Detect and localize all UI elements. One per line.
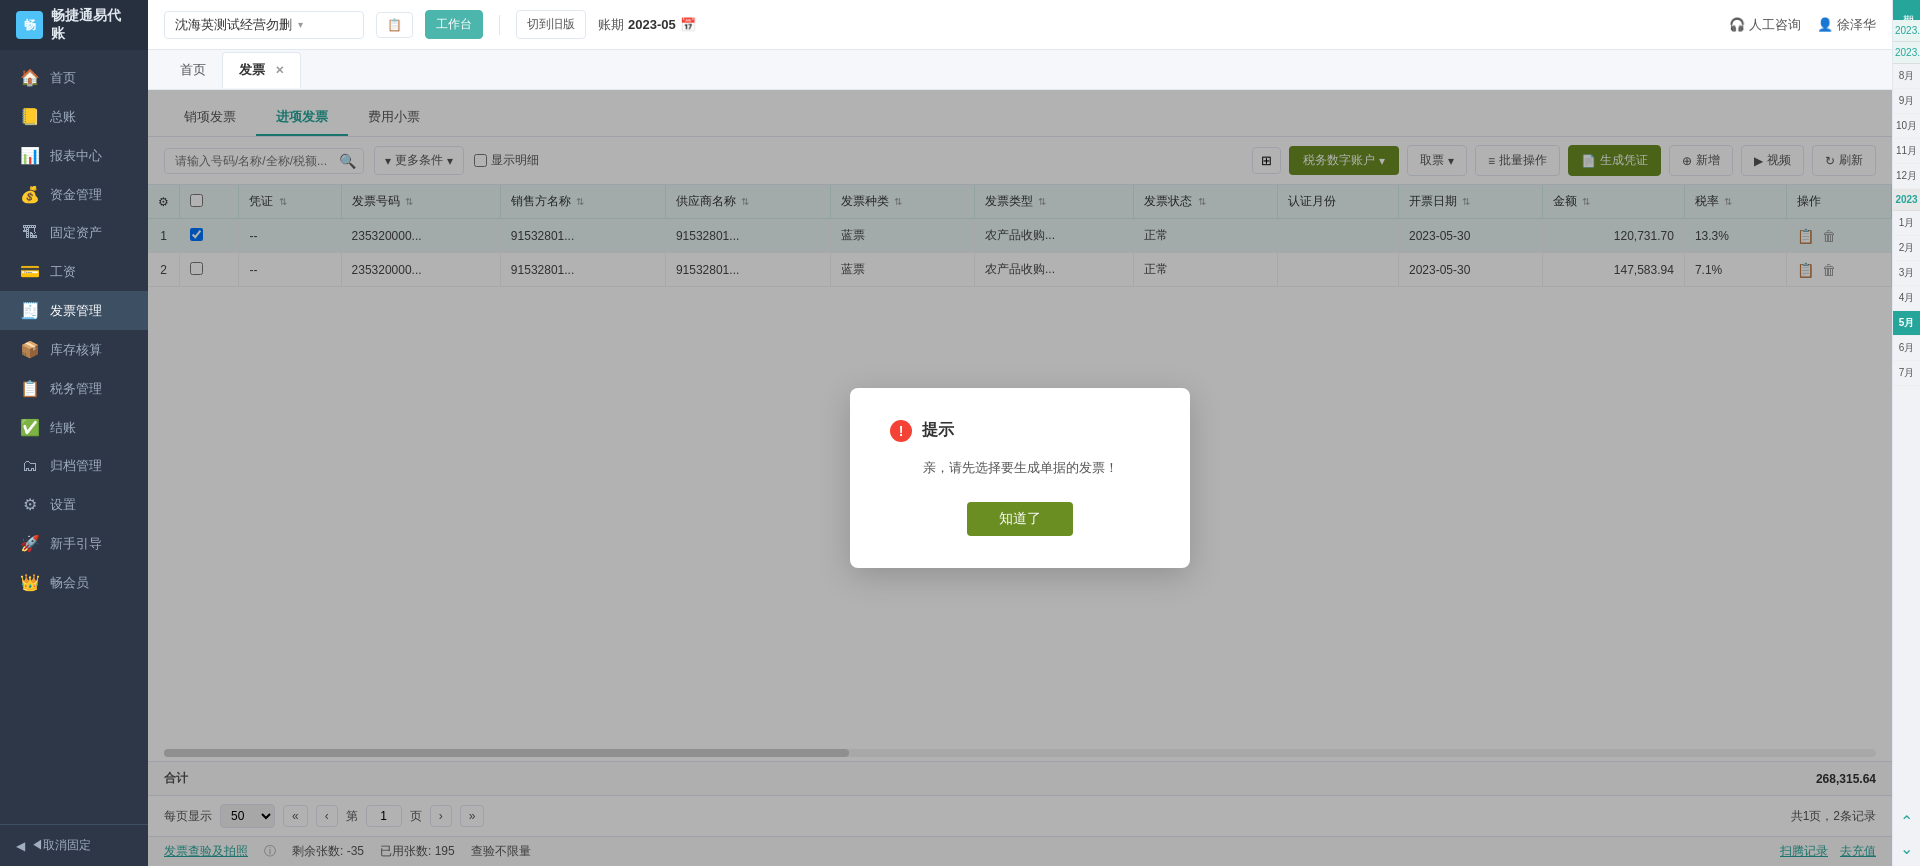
page-content: 销项发票 进项发票 费用小票 🔍 ▾ 更多条件 ▾ 显示明细 xyxy=(148,90,1892,866)
sidebar-item-funds[interactable]: 💰 资金管理 xyxy=(0,175,148,214)
company-chevron-icon: ▾ xyxy=(298,19,303,30)
modal-confirm-button[interactable]: 知道了 xyxy=(967,502,1073,536)
topbar-separator xyxy=(499,15,500,35)
assets-icon: 🏗 xyxy=(20,224,40,242)
period-year-2023: 2023 xyxy=(1893,189,1920,211)
sidebar-item-settings[interactable]: ⚙ 设置 xyxy=(0,485,148,524)
copy-company-button[interactable]: 📋 xyxy=(376,12,413,38)
user-icon: 👤 xyxy=(1817,17,1833,32)
sidebar-item-salary[interactable]: 💳 工资 xyxy=(0,252,148,291)
switch-version-button[interactable]: 切到旧版 xyxy=(516,10,586,39)
sidebar-item-label: 资金管理 xyxy=(50,186,102,204)
tax-icon: 📋 xyxy=(20,379,40,398)
sidebar-item-member[interactable]: 👑 畅会员 xyxy=(0,563,148,602)
main-area: 沈海英测试经营勿删 ▾ 📋 工作台 切到旧版 账期 2023-05 📅 🎧 人工… xyxy=(148,0,1892,866)
invoice-icon: 🧾 xyxy=(20,301,40,320)
user-profile[interactable]: 👤 徐泽华 xyxy=(1817,16,1876,34)
tab-close-icon[interactable]: ✕ xyxy=(275,64,284,76)
company-selector[interactable]: 沈海英测试经营勿删 ▾ xyxy=(164,11,364,39)
modal-message: 亲，请先选择要生成单据的发票！ xyxy=(923,458,1118,479)
sidebar-item-inventory[interactable]: 📦 库存核算 xyxy=(0,330,148,369)
sidebar-item-label: 设置 xyxy=(50,496,76,514)
sidebar-item-label: 发票管理 xyxy=(50,302,102,320)
period-month-1[interactable]: 1月 xyxy=(1893,211,1920,236)
topbar-right: 🎧 人工咨询 👤 徐泽华 xyxy=(1729,16,1876,34)
sidebar-item-label: 新手引导 xyxy=(50,535,102,553)
sidebar-logo: 畅 畅捷通易代账 xyxy=(0,0,148,50)
settings-icon: ⚙ xyxy=(20,495,40,514)
sidebar-item-label: 固定资产 xyxy=(50,224,102,242)
sidebar-item-settlement[interactable]: ✅ 结账 xyxy=(0,408,148,447)
scroll-down-icon[interactable]: ⌄ xyxy=(1900,839,1913,858)
period-month-2[interactable]: 2月 xyxy=(1893,236,1920,261)
period-month-11[interactable]: 11月 xyxy=(1893,139,1920,164)
topbar: 沈海英测试经营勿删 ▾ 📋 工作台 切到旧版 账期 2023-05 📅 🎧 人工… xyxy=(148,0,1892,50)
sidebar-item-label: 库存核算 xyxy=(50,341,102,359)
support-button[interactable]: 🎧 人工咨询 xyxy=(1729,16,1801,34)
period-panel-actions: ⌃ ⌄ xyxy=(1893,386,1920,866)
period-month-5-active[interactable]: 5月 xyxy=(1893,311,1920,336)
modal-title: 提示 xyxy=(922,420,954,441)
tab-home[interactable]: 首页 xyxy=(164,53,222,87)
salary-icon: 💳 xyxy=(20,262,40,281)
period-year-2023-top: 2023.05 xyxy=(1893,20,1920,42)
reports-icon: 📊 xyxy=(20,146,40,165)
period-month-8[interactable]: 8月 xyxy=(1893,64,1920,89)
modal-box: ! 提示 亲，请先选择要生成单据的发票！ 知道了 xyxy=(850,388,1190,569)
funds-icon: 💰 xyxy=(20,185,40,204)
period-month-7[interactable]: 7月 xyxy=(1893,361,1920,386)
guide-icon: 🚀 xyxy=(20,534,40,553)
sidebar-item-tax[interactable]: 📋 税务管理 xyxy=(0,369,148,408)
modal-overlay: ! 提示 亲，请先选择要生成单据的发票！ 知道了 xyxy=(148,90,1892,866)
sidebar-item-label: 总账 xyxy=(50,108,76,126)
inventory-icon: 📦 xyxy=(20,340,40,359)
modal-title-row: ! 提示 xyxy=(890,420,954,442)
sidebar-nav: 🏠 首页 📒 总账 📊 报表中心 💰 资金管理 🏗 固定资产 💳 工资 🧾 发票… xyxy=(0,50,148,824)
sidebar-item-label: 工资 xyxy=(50,263,76,281)
home-icon: 🏠 xyxy=(20,68,40,87)
period-panel: 期间选择 2023.05 2023.05 8月 9月 10月 11月 12月 2… xyxy=(1892,0,1920,866)
logo-text: 畅捷通易代账 xyxy=(51,7,132,43)
period-month-10[interactable]: 10月 xyxy=(1893,114,1920,139)
period-title[interactable]: 期间选择 xyxy=(1893,0,1920,20)
archive-icon: 🗂 xyxy=(20,457,40,475)
logo-icon: 畅 xyxy=(16,11,43,39)
sidebar-item-label: 归档管理 xyxy=(50,457,102,475)
sidebar-item-guide[interactable]: 🚀 新手引导 xyxy=(0,524,148,563)
sidebar-bottom-action[interactable]: ◀ ◀取消固定 xyxy=(0,824,148,866)
period-month-9[interactable]: 9月 xyxy=(1893,89,1920,114)
sidebar: 畅 畅捷通易代账 🏠 首页 📒 总账 📊 报表中心 💰 资金管理 🏗 固定资产 … xyxy=(0,0,148,866)
tab-invoice[interactable]: 发票 ✕ xyxy=(222,52,301,88)
scroll-up-icon[interactable]: ⌃ xyxy=(1900,812,1913,831)
period-year-2023-2: 2023.05 xyxy=(1893,42,1920,64)
workbench-button[interactable]: 工作台 xyxy=(425,10,483,39)
sidebar-item-label: 首页 xyxy=(50,69,76,87)
member-icon: 👑 xyxy=(20,573,40,592)
sidebar-item-invoice[interactable]: 🧾 发票管理 xyxy=(0,291,148,330)
period-month-4[interactable]: 4月 xyxy=(1893,286,1920,311)
content-tabs: 首页 发票 ✕ xyxy=(148,50,1892,90)
company-name: 沈海英测试经营勿删 xyxy=(175,16,292,34)
warning-icon: ! xyxy=(890,420,912,442)
copy-icon: 📋 xyxy=(387,18,402,32)
sidebar-item-ledger[interactable]: 📒 总账 xyxy=(0,97,148,136)
sidebar-item-label: 税务管理 xyxy=(50,380,102,398)
period-month-3[interactable]: 3月 xyxy=(1893,261,1920,286)
calendar-icon[interactable]: 📅 xyxy=(680,17,696,32)
period-month-12[interactable]: 12月 xyxy=(1893,164,1920,189)
period-month-6[interactable]: 6月 xyxy=(1893,336,1920,361)
settlement-icon: ✅ xyxy=(20,418,40,437)
pin-icon: ◀ xyxy=(16,839,25,853)
sidebar-item-reports[interactable]: 📊 报表中心 xyxy=(0,136,148,175)
sidebar-item-archive[interactable]: 🗂 归档管理 xyxy=(0,447,148,485)
sidebar-item-label: 报表中心 xyxy=(50,147,102,165)
sidebar-item-home[interactable]: 🏠 首页 xyxy=(0,58,148,97)
period-label: 账期 2023-05 📅 xyxy=(598,16,696,34)
sidebar-item-label: 结账 xyxy=(50,419,76,437)
ledger-icon: 📒 xyxy=(20,107,40,126)
sidebar-item-label: 畅会员 xyxy=(50,574,89,592)
headset-icon: 🎧 xyxy=(1729,17,1745,32)
sidebar-item-assets[interactable]: 🏗 固定资产 xyxy=(0,214,148,252)
